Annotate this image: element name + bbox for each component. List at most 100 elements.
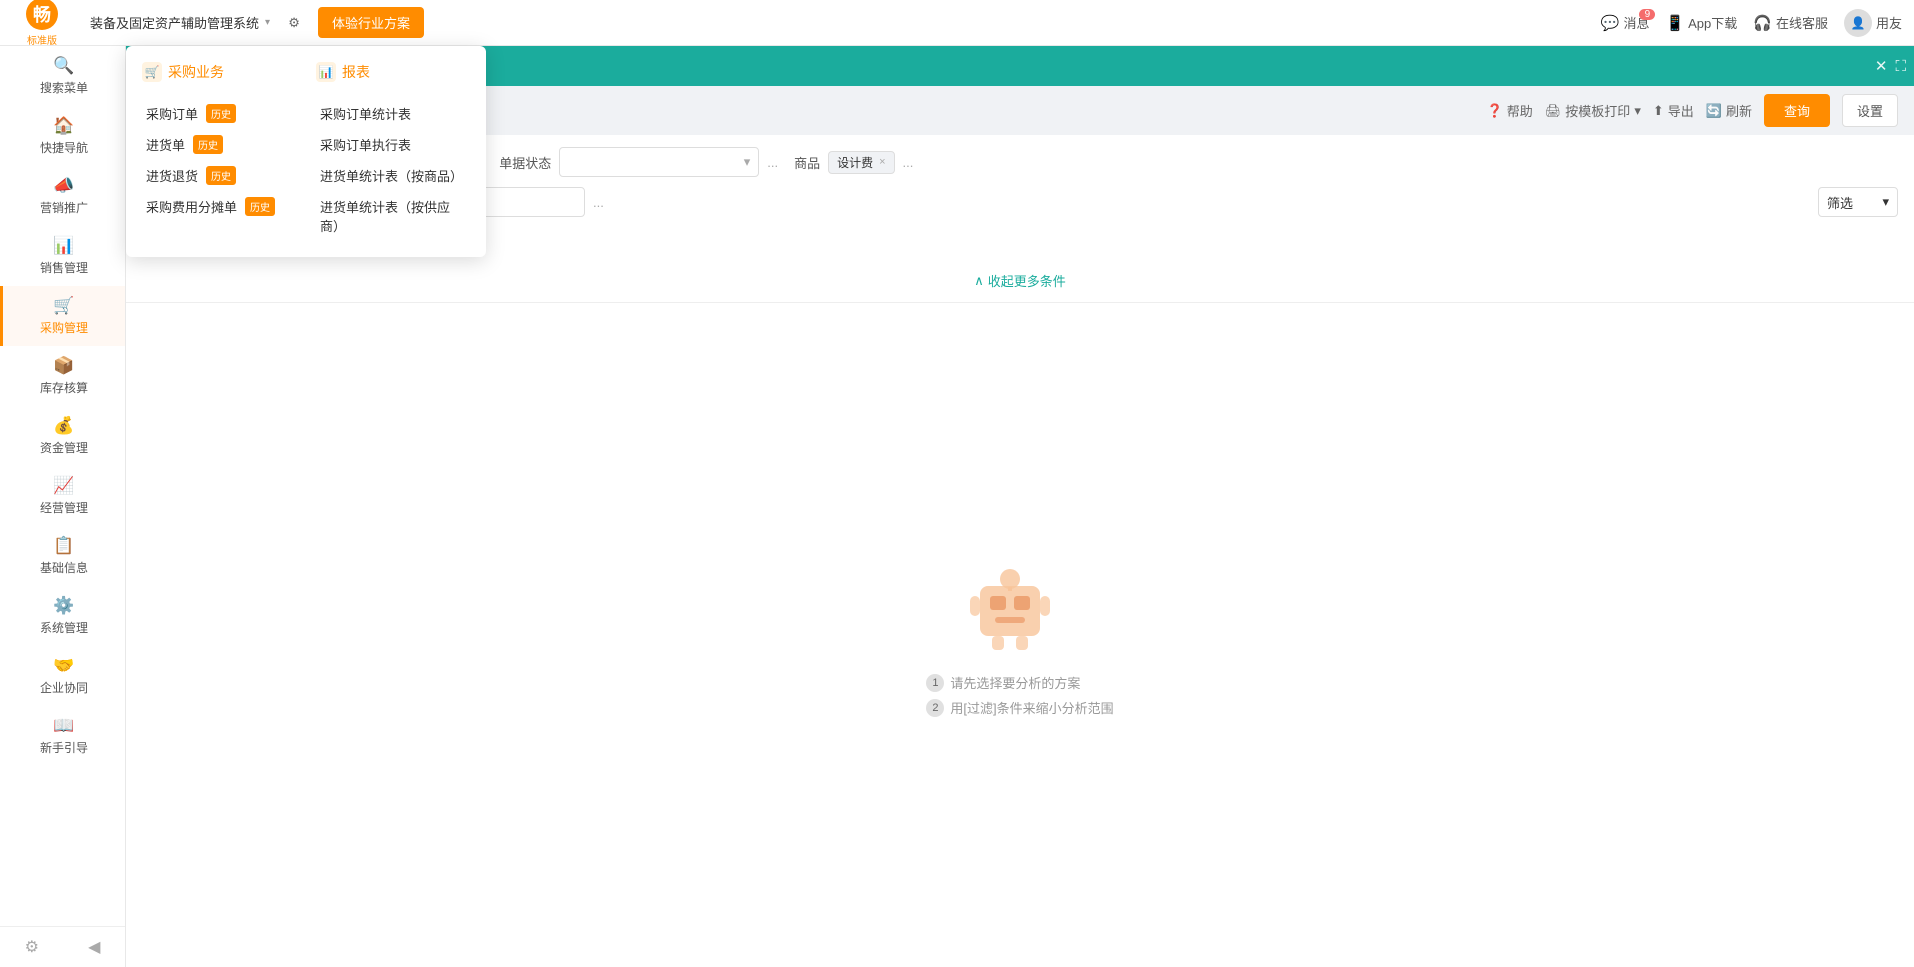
goods-tag-close[interactable]: ×: [879, 156, 885, 168]
collapse-sidebar-icon[interactable]: ◀: [88, 937, 100, 957]
refresh-action[interactable]: 🔄 刷新: [1706, 101, 1752, 120]
sidebar-item-finance[interactable]: 💰 资金管理: [0, 406, 125, 466]
print-label: 按模板打印: [1565, 101, 1630, 120]
dropdown-item-purchase-order-stat[interactable]: 采购订单统计表: [316, 98, 470, 129]
tab-close-all-icon[interactable]: ✕: [1875, 57, 1888, 75]
sidebar-label-system: 系统管理: [40, 619, 88, 636]
system-title: 装备及固定资产辅助管理系统 ▾: [90, 13, 270, 32]
export-action[interactable]: ⬆ 导出: [1653, 101, 1694, 120]
filter-type-label: 筛选: [1827, 193, 1853, 212]
message-icon: 💬: [1601, 14, 1620, 32]
purchase-icon: 🛒: [53, 296, 74, 316]
sidebar-label-inventory: 库存核算: [40, 379, 88, 396]
tabs-right: ✕ ⛶: [1875, 57, 1906, 75]
filter-doc-status: 单据状态 ▾ ...: [499, 147, 778, 177]
sidebar-item-sales[interactable]: 📊 销售管理: [0, 226, 125, 286]
system-settings-icon[interactable]: ⚙: [280, 9, 308, 37]
empty-robot-svg: [960, 561, 1060, 651]
dropdown-cols: 🛒 采购业务 采购订单 历史 进货单 历史 进货退货 历史 采购费用分摊单: [142, 62, 470, 241]
print-icon: 🖨: [1545, 103, 1562, 119]
user-action[interactable]: 👤 用友: [1844, 9, 1902, 37]
sidebar-label-operations: 经营管理: [40, 499, 88, 516]
dropdown-item-purchase-receipt[interactable]: 进货单 历史: [142, 129, 296, 160]
goods-dots[interactable]: ...: [903, 155, 914, 170]
purchase-section-icon: 🛒: [142, 62, 162, 82]
empty-tips: 1 请先选择要分析的方案 2 用[过滤]条件来缩小分析范围: [926, 673, 1113, 717]
goods-label: 商品: [794, 153, 820, 172]
print-action[interactable]: 🖨 按模板打印 ▾: [1545, 101, 1641, 120]
app-download-action[interactable]: 📱 App下载: [1665, 13, 1737, 32]
sidebar-item-system[interactable]: ⚙️ 系统管理: [0, 586, 125, 646]
tip-num-1: 1: [926, 674, 944, 692]
purchase-order-exec-label: 采购订单执行表: [320, 135, 411, 154]
system-dropdown-arrow[interactable]: ▾: [265, 17, 270, 28]
dropdown-item-purchase-order[interactable]: 采购订单 历史: [142, 98, 296, 129]
sidebar-item-quick-nav[interactable]: 🏠 快捷导航: [0, 106, 125, 166]
sidebar-item-operations[interactable]: 📈 经营管理: [0, 466, 125, 526]
collapse-up-icon: ∧: [974, 273, 984, 289]
doc-status-arrow: ▾: [744, 154, 751, 170]
settings-bottom-icon[interactable]: ⚙: [25, 937, 39, 957]
sidebar-item-purchase[interactable]: 🛒 采购管理: [0, 286, 125, 346]
collapse-button[interactable]: ∧ 收起更多条件: [142, 267, 1898, 290]
dropdown-item-purchase-return[interactable]: 进货退货 历史: [142, 160, 296, 191]
sales-icon: 📊: [53, 236, 74, 256]
doc-status-input[interactable]: ▾: [559, 147, 759, 177]
empty-tip-2: 2 用[过滤]条件来缩小分析范围: [926, 698, 1113, 717]
sidebar-label-sales: 销售管理: [40, 259, 88, 276]
refresh-icon: 🔄: [1706, 103, 1722, 119]
purchase-order-history-badge[interactable]: 历史: [206, 104, 236, 123]
dropdown-item-purchase-expense[interactable]: 采购费用分摊单 历史: [142, 191, 296, 222]
tab-expand-icon[interactable]: ⛶: [1895, 58, 1906, 75]
white-panel: 日期 今天 昨天 7天 更多 自定义 2024-01-01 ~ 2024-12-…: [126, 135, 1914, 967]
system-title-text: 装备及固定资产辅助管理系统: [90, 13, 259, 32]
sidebar-item-basic-info[interactable]: 📋 基础信息: [0, 526, 125, 586]
filter-type-input[interactable]: 筛选 ▾: [1818, 187, 1898, 217]
finance-icon: 💰: [53, 416, 74, 436]
empty-state: 1 请先选择要分析的方案 2 用[过滤]条件来缩小分析范围: [126, 311, 1914, 967]
logo-icon: 畅: [26, 0, 58, 30]
collapse-label: 收起更多条件: [988, 271, 1066, 290]
purchase-section-title: 🛒 采购业务: [142, 62, 296, 88]
purchase-return-history-badge[interactable]: 历史: [206, 166, 236, 185]
query-button[interactable]: 查询: [1764, 94, 1830, 127]
sidebar-label-finance: 资金管理: [40, 439, 88, 456]
sidebar-bottom: ⚙ ◀: [0, 926, 125, 967]
sidebar-item-inventory[interactable]: 📦 库存核算: [0, 346, 125, 406]
operations-icon: 📈: [53, 476, 74, 496]
sidebar: 🔍 搜索菜单 🏠 快捷导航 📣 营销推广 📊 销售管理 🛒 采购管理 📦: [0, 46, 126, 967]
salesperson-dots[interactable]: ...: [593, 195, 604, 210]
doc-status-dots[interactable]: ...: [767, 155, 778, 170]
sidebar-item-enterprise[interactable]: 🤝 企业协同: [0, 646, 125, 706]
report-section-title: 📊 报表: [316, 62, 470, 88]
sidebar-item-marketing[interactable]: 📣 营销推广: [0, 166, 125, 226]
dropdown-item-purchase-order-exec[interactable]: 采购订单执行表: [316, 129, 470, 160]
filter-goods: 商品 设计费 × ...: [794, 151, 913, 174]
purchase-expense-history-badge[interactable]: 历史: [245, 197, 275, 216]
dropdown-item-receipt-stat-goods[interactable]: 进货单统计表（按商品）: [316, 160, 470, 191]
export-icon: ⬆: [1653, 103, 1664, 119]
dropdown-menu: 🛒 采购业务 采购订单 历史 进货单 历史 进货退货 历史 采购费用分摊单: [126, 46, 486, 257]
purchase-section-label: 采购业务: [168, 62, 224, 82]
online-service-action[interactable]: 🎧 在线客服: [1753, 13, 1828, 32]
purchase-order-label: 采购订单: [146, 104, 198, 123]
help-label: 帮助: [1507, 101, 1533, 120]
sidebar-label-enterprise: 企业协同: [40, 679, 88, 696]
purchase-receipt-label: 进货单: [146, 135, 185, 154]
sidebar-item-search[interactable]: 🔍 搜索菜单: [0, 46, 125, 106]
experience-button[interactable]: 体验行业方案: [318, 7, 424, 38]
export-label: 导出: [1668, 101, 1694, 120]
purchase-receipt-history-badge[interactable]: 历史: [193, 135, 223, 154]
dropdown-item-receipt-stat-supplier[interactable]: 进货单统计表（按供应商）: [316, 191, 470, 241]
tip-text-2: 用[过滤]条件来缩小分析范围: [950, 698, 1113, 717]
settings-small-button[interactable]: 设置: [1842, 94, 1898, 127]
help-action[interactable]: ❓ 帮助: [1487, 101, 1533, 120]
receipt-stat-supplier-label: 进货单统计表（按供应商）: [320, 197, 466, 235]
goods-tag-text: 设计费: [837, 154, 873, 171]
goods-tag[interactable]: 设计费 ×: [828, 151, 894, 174]
empty-tip-1: 1 请先选择要分析的方案: [926, 673, 1113, 692]
doc-status-label: 单据状态: [499, 153, 551, 172]
purchase-dropdown: 🛒 采购业务 采购订单 历史 进货单 历史 进货退货 历史 采购费用分摊单: [126, 46, 486, 257]
messages-action[interactable]: 💬 消息 9: [1601, 13, 1650, 32]
sidebar-item-newbie[interactable]: 📖 新手引导: [0, 706, 125, 766]
